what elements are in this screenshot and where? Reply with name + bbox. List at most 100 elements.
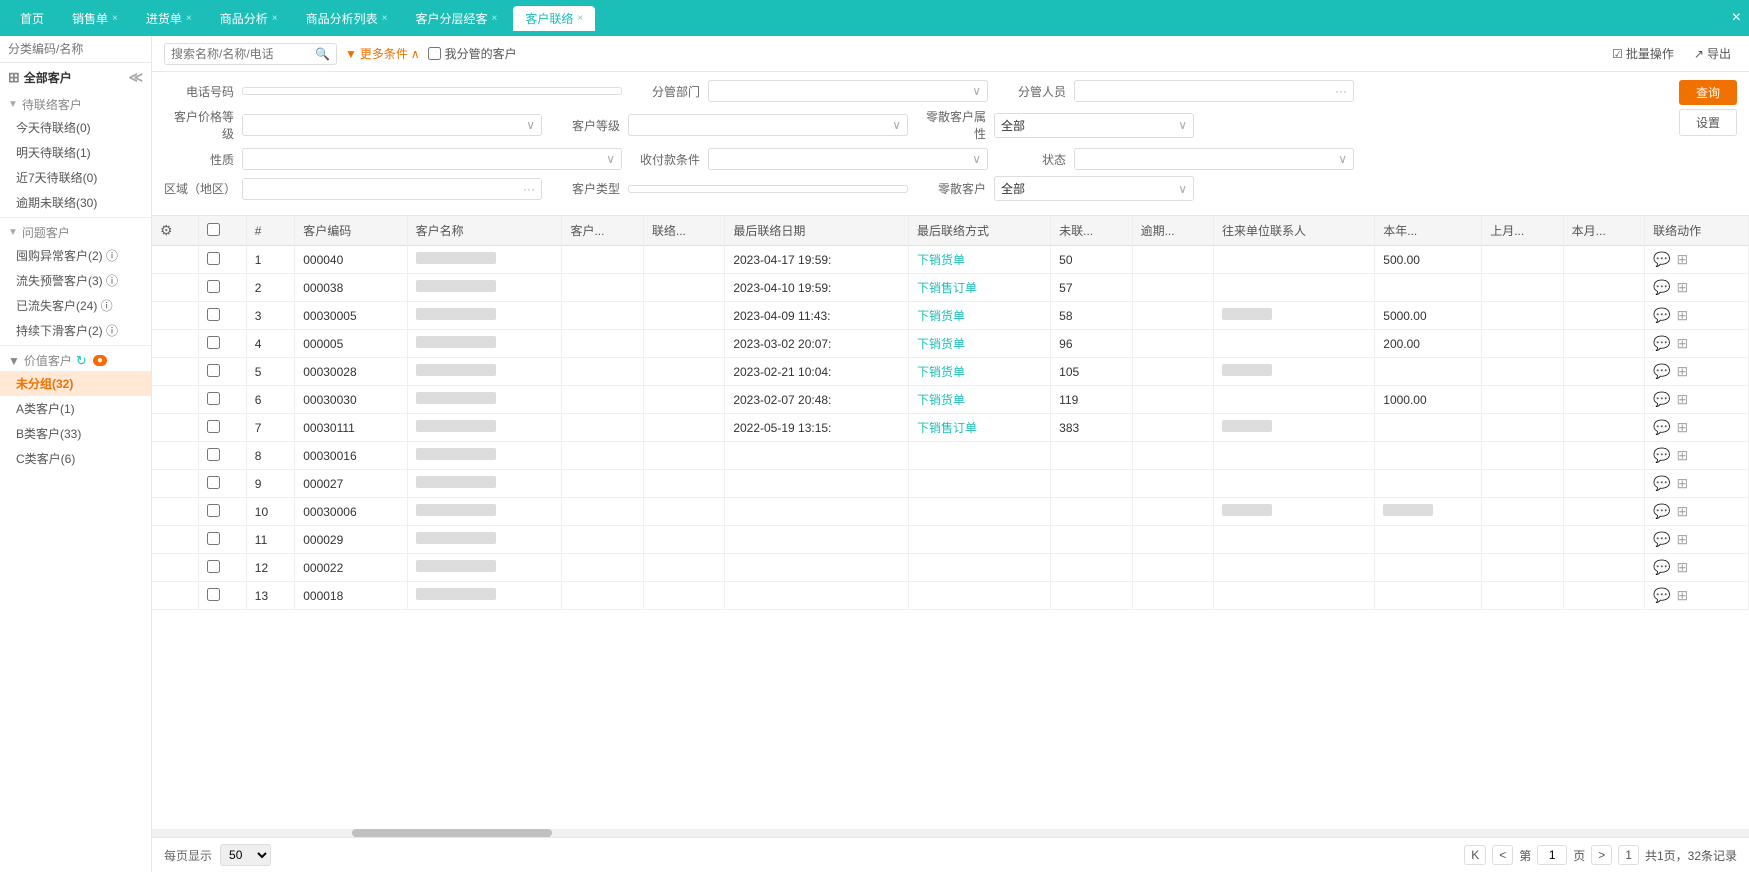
close-icon[interactable]: × — [186, 13, 192, 24]
nature-select[interactable]: ∨ — [242, 148, 622, 170]
row-checkbox[interactable] — [198, 302, 246, 330]
chat-icon[interactable]: 💬 — [1653, 559, 1670, 576]
region-select[interactable]: ··· — [242, 178, 542, 200]
grid-icon[interactable]: ⊞ — [1677, 587, 1689, 604]
grid-icon[interactable]: ⊞ — [1677, 279, 1689, 296]
tab-sales[interactable]: 销售单 × — [60, 6, 130, 31]
row-select-checkbox[interactable] — [207, 308, 220, 321]
page-size-select[interactable]: 50 100 — [220, 844, 271, 866]
select-all-checkbox[interactable] — [207, 223, 220, 236]
chat-icon[interactable]: 💬 — [1653, 447, 1670, 464]
row-select-checkbox[interactable] — [207, 588, 220, 601]
sidebar-item-week-pending[interactable]: 近7天待联络(0) — [0, 165, 151, 190]
grid-icon[interactable]: ⊞ — [1677, 447, 1689, 464]
grid-icon[interactable]: ⊞ — [1677, 475, 1689, 492]
batch-operation-button[interactable]: ☑ 批量操作 — [1606, 42, 1680, 65]
sidebar-item-class-c[interactable]: C类客户(6) — [0, 446, 151, 471]
grid-icon[interactable]: ⊞ — [1677, 531, 1689, 548]
row-checkbox[interactable] — [198, 526, 246, 554]
row-last-method[interactable]: 下销货单 — [909, 246, 1051, 274]
sidebar-item-declining[interactable]: 持续下滑客户(2) ⓘ — [0, 318, 151, 343]
last-method-link[interactable]: 下销货单 — [917, 253, 965, 267]
row-checkbox[interactable] — [198, 274, 246, 302]
search-box[interactable]: 🔍 — [164, 43, 337, 65]
price-grade-select[interactable]: ∨ — [242, 114, 542, 136]
query-button[interactable]: 查询 — [1679, 80, 1737, 105]
row-last-method[interactable] — [909, 526, 1051, 554]
sidebar-item-class-b[interactable]: B类客户(33) — [0, 421, 151, 446]
sidebar-item-ungrouped[interactable]: 未分组(32) — [0, 371, 151, 396]
payment-select[interactable]: ∨ — [708, 148, 988, 170]
row-select-checkbox[interactable] — [207, 392, 220, 405]
row-checkbox[interactable] — [198, 554, 246, 582]
sidebar-item-today-pending[interactable]: 今天待联络(0) — [0, 115, 151, 140]
row-select-checkbox[interactable] — [207, 280, 220, 293]
close-icon[interactable]: × — [491, 13, 497, 24]
prev-page-button[interactable]: < — [1492, 845, 1513, 865]
chat-icon[interactable]: 💬 — [1653, 363, 1670, 380]
chat-icon[interactable]: 💬 — [1653, 279, 1670, 296]
my-customers-checkbox-label[interactable]: 我分管的客户 — [428, 45, 517, 62]
chat-icon[interactable]: 💬 — [1653, 335, 1670, 352]
row-select-checkbox[interactable] — [207, 532, 220, 545]
retail-attr-select[interactable]: 全部 ∨ — [994, 113, 1194, 138]
tab-analysis-list[interactable]: 商品分析列表 × — [294, 6, 400, 31]
last-method-link[interactable]: 下销货单 — [917, 393, 965, 407]
my-customers-checkbox[interactable] — [428, 47, 441, 60]
tab-customer-contact[interactable]: 客户联络 × — [513, 6, 595, 31]
phone-input[interactable] — [242, 87, 622, 95]
chat-icon[interactable]: 💬 — [1653, 251, 1670, 268]
search-input[interactable] — [171, 47, 311, 61]
chat-icon[interactable]: 💬 — [1653, 475, 1670, 492]
last-method-link[interactable]: 下销货单 — [917, 365, 965, 379]
filter-button[interactable]: ▼ 更多条件 ∧ — [345, 45, 420, 62]
row-last-method[interactable]: 下销售订单 — [909, 414, 1051, 442]
grid-icon[interactable]: ⊞ — [1677, 419, 1689, 436]
row-last-method[interactable] — [909, 498, 1051, 526]
row-checkbox[interactable] — [198, 498, 246, 526]
sidebar-item-tomorrow-pending[interactable]: 明天待联络(1) — [0, 140, 151, 165]
close-icon[interactable]: × — [272, 13, 278, 24]
grid-icon[interactable]: ⊞ — [1677, 363, 1689, 380]
row-last-method[interactable]: 下销货单 — [909, 330, 1051, 358]
tab-home[interactable]: 首页 — [8, 6, 56, 31]
tab-customer-segment[interactable]: 客户分层经客 × — [403, 6, 509, 31]
row-last-method[interactable] — [909, 470, 1051, 498]
chat-icon[interactable]: 💬 — [1653, 587, 1670, 604]
grid-icon[interactable]: ⊞ — [1677, 503, 1689, 520]
chat-icon[interactable]: 💬 — [1653, 503, 1670, 520]
row-last-method[interactable] — [909, 554, 1051, 582]
sidebar-item-churn-warning[interactable]: 流失预警客户(3) ⓘ — [0, 268, 151, 293]
row-last-method[interactable]: 下销货单 — [909, 386, 1051, 414]
export-button[interactable]: ↗ 导出 — [1688, 42, 1737, 65]
chat-icon[interactable]: 💬 — [1653, 419, 1670, 436]
chat-icon[interactable]: 💬 — [1653, 307, 1670, 324]
refresh-icon[interactable]: ↻ — [76, 353, 87, 369]
sidebar-item-class-a[interactable]: A类客户(1) — [0, 396, 151, 421]
scrollbar-thumb[interactable] — [352, 829, 552, 837]
row-select-checkbox[interactable] — [207, 252, 220, 265]
row-checkbox[interactable] — [198, 470, 246, 498]
last-method-link[interactable]: 下销售订单 — [917, 281, 977, 295]
retail-customer-select[interactable]: 全部 ∨ — [994, 176, 1194, 201]
row-last-method[interactable]: 下销货单 — [909, 302, 1051, 330]
row-last-method[interactable]: 下销货单 — [909, 358, 1051, 386]
close-all-button[interactable]: × — [1732, 9, 1741, 27]
close-icon[interactable]: × — [112, 13, 118, 24]
status-select[interactable]: ∨ — [1074, 148, 1354, 170]
settings-button[interactable]: 设置 — [1679, 109, 1737, 136]
horizontal-scrollbar[interactable] — [152, 829, 1749, 837]
row-select-checkbox[interactable] — [207, 364, 220, 377]
last-method-link[interactable]: 下销货单 — [917, 309, 965, 323]
row-checkbox[interactable] — [198, 582, 246, 610]
row-checkbox[interactable] — [198, 358, 246, 386]
last-method-link[interactable]: 下销售订单 — [917, 421, 977, 435]
row-last-method[interactable]: 下销售订单 — [909, 274, 1051, 302]
chat-icon[interactable]: 💬 — [1653, 391, 1670, 408]
close-icon[interactable]: × — [382, 13, 388, 24]
close-icon[interactable]: × — [577, 13, 583, 24]
manager-input[interactable]: ··· — [1074, 80, 1354, 102]
first-page-button[interactable]: K — [1464, 845, 1486, 865]
grid-icon[interactable]: ⊞ — [1677, 335, 1689, 352]
grid-icon[interactable]: ⊞ — [1677, 559, 1689, 576]
